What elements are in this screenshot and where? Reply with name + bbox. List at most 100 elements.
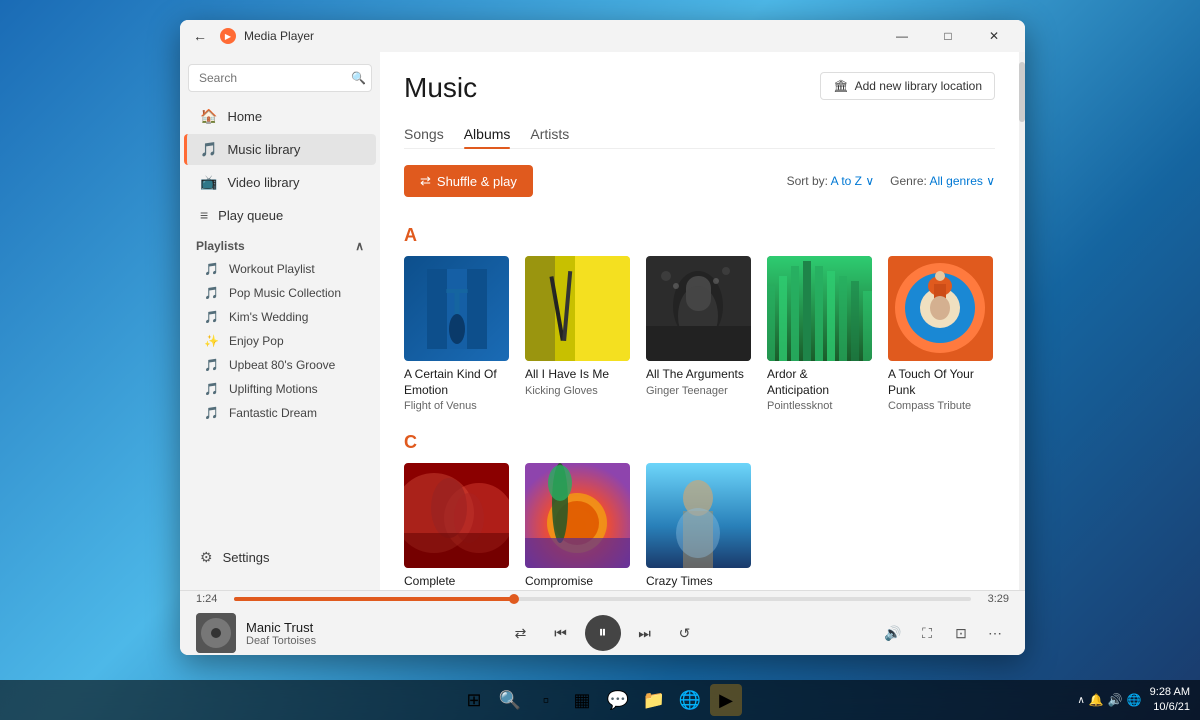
progress-bar[interactable] <box>234 597 971 601</box>
album-cover-complete-strangers <box>404 463 509 568</box>
nav-item-play-queue[interactable]: ≡ Play queue <box>184 200 376 230</box>
chat-button[interactable]: 💬 <box>602 684 634 716</box>
media-player-taskbar[interactable]: ▶ <box>710 684 742 716</box>
taskbar-search[interactable]: 🔍 <box>494 684 526 716</box>
settings-section: ⚙ Settings <box>180 533 380 582</box>
miniplayer-button[interactable]: ⊡ <box>947 619 975 647</box>
svg-text:T: T <box>446 281 468 322</box>
volume-tray-icon[interactable]: 🔊 <box>1108 693 1123 707</box>
playlists-collapse-icon[interactable]: ∧ <box>355 239 364 253</box>
album-card-all-arguments[interactable]: All The Arguments Ginger Teenager <box>646 256 751 412</box>
widgets-button[interactable]: ▦ <box>566 684 598 716</box>
app-icon: ▶ <box>220 28 236 44</box>
playlist-item-fantastic[interactable]: 🎵 Fantastic Dream <box>180 401 380 425</box>
player-bar: 1:24 3:29 <box>180 590 1025 655</box>
album-cover-compromise <box>525 463 630 568</box>
nav-item-play-queue-label: Play queue <box>218 208 283 223</box>
playlist-item-wedding[interactable]: 🎵 Kim's Wedding <box>180 305 380 329</box>
playlist-item-uplifting[interactable]: 🎵 Uplifting Motions <box>180 377 380 401</box>
player-controls: Manic Trust Deaf Tortoises ⇄ ⏮ ⏸ ⏭ ↺ 🔊 ⛶… <box>196 613 1009 653</box>
album-cover-ardor <box>767 256 872 361</box>
album-cover-all-i-have <box>525 256 630 361</box>
main-layout: 🔍 🏠 Home 🎵 Music library 📺 Video library… <box>180 52 1025 590</box>
scroll-thumb[interactable] <box>1019 62 1025 122</box>
volume-button[interactable]: 🔊 <box>879 619 907 647</box>
network-icon[interactable]: 🌐 <box>1127 693 1142 707</box>
search-icon[interactable]: 🔍 <box>351 71 366 85</box>
settings-icon: ⚙ <box>200 549 213 566</box>
current-time: 1:24 <box>196 593 226 605</box>
playlists-header: Playlists ∧ <box>180 231 380 257</box>
previous-button[interactable]: ⏮ <box>545 617 577 649</box>
playlist-label-wedding: Kim's Wedding <box>229 310 308 324</box>
total-time: 3:29 <box>979 593 1009 605</box>
nav-item-video-library[interactable]: 📺 Video library <box>184 167 376 198</box>
add-library-icon: 🏛 <box>833 79 848 93</box>
playlist-item-upbeat[interactable]: 🎵 Upbeat 80's Groove <box>180 353 380 377</box>
playlist-label-pop: Pop Music Collection <box>229 286 341 300</box>
playlist-icon-workout: 🎵 <box>204 262 219 276</box>
taskbar: ⊞ 🔍 ▫ ▦ 💬 📁 🌐 ▶ ∧ 🔔 🔊 🌐 9:28 AM 10/6/21 <box>0 680 1200 720</box>
sort-value[interactable]: A to Z ∨ <box>831 174 874 188</box>
repeat-button[interactable]: ↺ <box>669 617 701 649</box>
nav-item-home[interactable]: 🏠 Home <box>184 101 376 132</box>
album-card-ardor[interactable]: Ardor & Anticipation Pointlessknot <box>767 256 872 412</box>
minimize-button[interactable]: — <box>879 20 925 52</box>
playlist-item-workout[interactable]: 🎵 Workout Playlist <box>180 257 380 281</box>
header-actions: 🏛 Add new library location <box>820 72 995 100</box>
now-playing: Manic Trust Deaf Tortoises <box>196 613 376 653</box>
browser-button[interactable]: 🌐 <box>674 684 706 716</box>
tab-songs[interactable]: Songs <box>404 120 444 148</box>
add-library-button[interactable]: 🏛 Add new library location <box>820 72 995 100</box>
player-bar-inner: 1:24 3:29 <box>196 593 1009 653</box>
app-title: Media Player <box>244 29 314 43</box>
notification-icon[interactable]: 🔔 <box>1089 693 1104 707</box>
tab-artists[interactable]: Artists <box>530 120 569 148</box>
track-title: Manic Trust <box>246 620 316 635</box>
scrollbar[interactable] <box>1019 52 1025 590</box>
tray-expand[interactable]: ∧ <box>1077 695 1084 706</box>
album-card-complete-strangers[interactable]: Complete Strangers Corbin Revival <box>404 463 509 590</box>
settings-nav-item[interactable]: ⚙ Settings <box>184 542 376 573</box>
start-button[interactable]: ⊞ <box>458 684 490 716</box>
music-library-icon: 🎵 <box>200 141 217 158</box>
next-button[interactable]: ⏭ <box>629 617 661 649</box>
title-bar: ← ▶ Media Player — □ ✕ <box>180 20 1025 52</box>
album-card-crazy-times[interactable]: Crazy Times Saving Gabrielle <box>646 463 751 590</box>
pause-button[interactable]: ⏸ <box>585 615 621 651</box>
playlist-item-enjoy-pop[interactable]: ✨ Enjoy Pop <box>180 329 380 353</box>
genre-value[interactable]: All genres ∨ <box>930 174 996 188</box>
section-c-header: C <box>404 432 995 453</box>
playlist-label-workout: Workout Playlist <box>229 262 315 276</box>
system-clock[interactable]: 9:28 AM 10/6/21 <box>1150 685 1190 716</box>
album-card-touch-punk[interactable]: A Touch Of Your Punk Compass Tribute <box>888 256 993 412</box>
task-view-button[interactable]: ▫ <box>530 684 562 716</box>
album-card-certain-kind[interactable]: T A Certain Kind Of Emotion Flight of Ve… <box>404 256 509 412</box>
playlist-item-pop[interactable]: 🎵 Pop Music Collection <box>180 281 380 305</box>
nav-item-music-library[interactable]: 🎵 Music library <box>184 134 376 165</box>
shuffle-button[interactable]: ⇄ <box>505 617 537 649</box>
play-queue-icon: ≡ <box>200 207 208 223</box>
album-grid-c: Complete Strangers Corbin Revival <box>404 463 995 590</box>
playlist-icon-upbeat: 🎵 <box>204 358 219 372</box>
album-card-compromise[interactable]: Compromise Moves Fast Pete Brown <box>525 463 630 590</box>
back-button[interactable]: ← <box>188 24 212 48</box>
content-header: Music 🏛 Add new library location <box>404 72 995 104</box>
shuffle-play-button[interactable]: ⇄ Shuffle & play <box>404 165 533 197</box>
album-title-touch-punk: A Touch Of Your Punk <box>888 367 993 398</box>
playlist-label-uplifting: Uplifting Motions <box>229 382 318 396</box>
maximize-button[interactable]: □ <box>925 20 971 52</box>
fullscreen-button[interactable]: ⛶ <box>913 619 941 647</box>
album-title-certain-kind: A Certain Kind Of Emotion <box>404 367 509 398</box>
album-artist-all-arguments: Ginger Teenager <box>646 385 751 397</box>
explorer-button[interactable]: 📁 <box>638 684 670 716</box>
close-button[interactable]: ✕ <box>971 20 1017 52</box>
album-artist-touch-punk: Compass Tribute <box>888 400 993 412</box>
album-cover-all-arguments <box>646 256 751 361</box>
album-card-all-i-have[interactable]: All I Have Is Me Kicking Gloves <box>525 256 630 412</box>
search-input[interactable] <box>188 64 372 92</box>
tab-albums[interactable]: Albums <box>464 120 511 148</box>
more-options-button[interactable]: ⋯ <box>981 619 1009 647</box>
album-cover-certain-kind: T <box>404 256 509 361</box>
clock-date: 10/6/21 <box>1150 700 1190 715</box>
